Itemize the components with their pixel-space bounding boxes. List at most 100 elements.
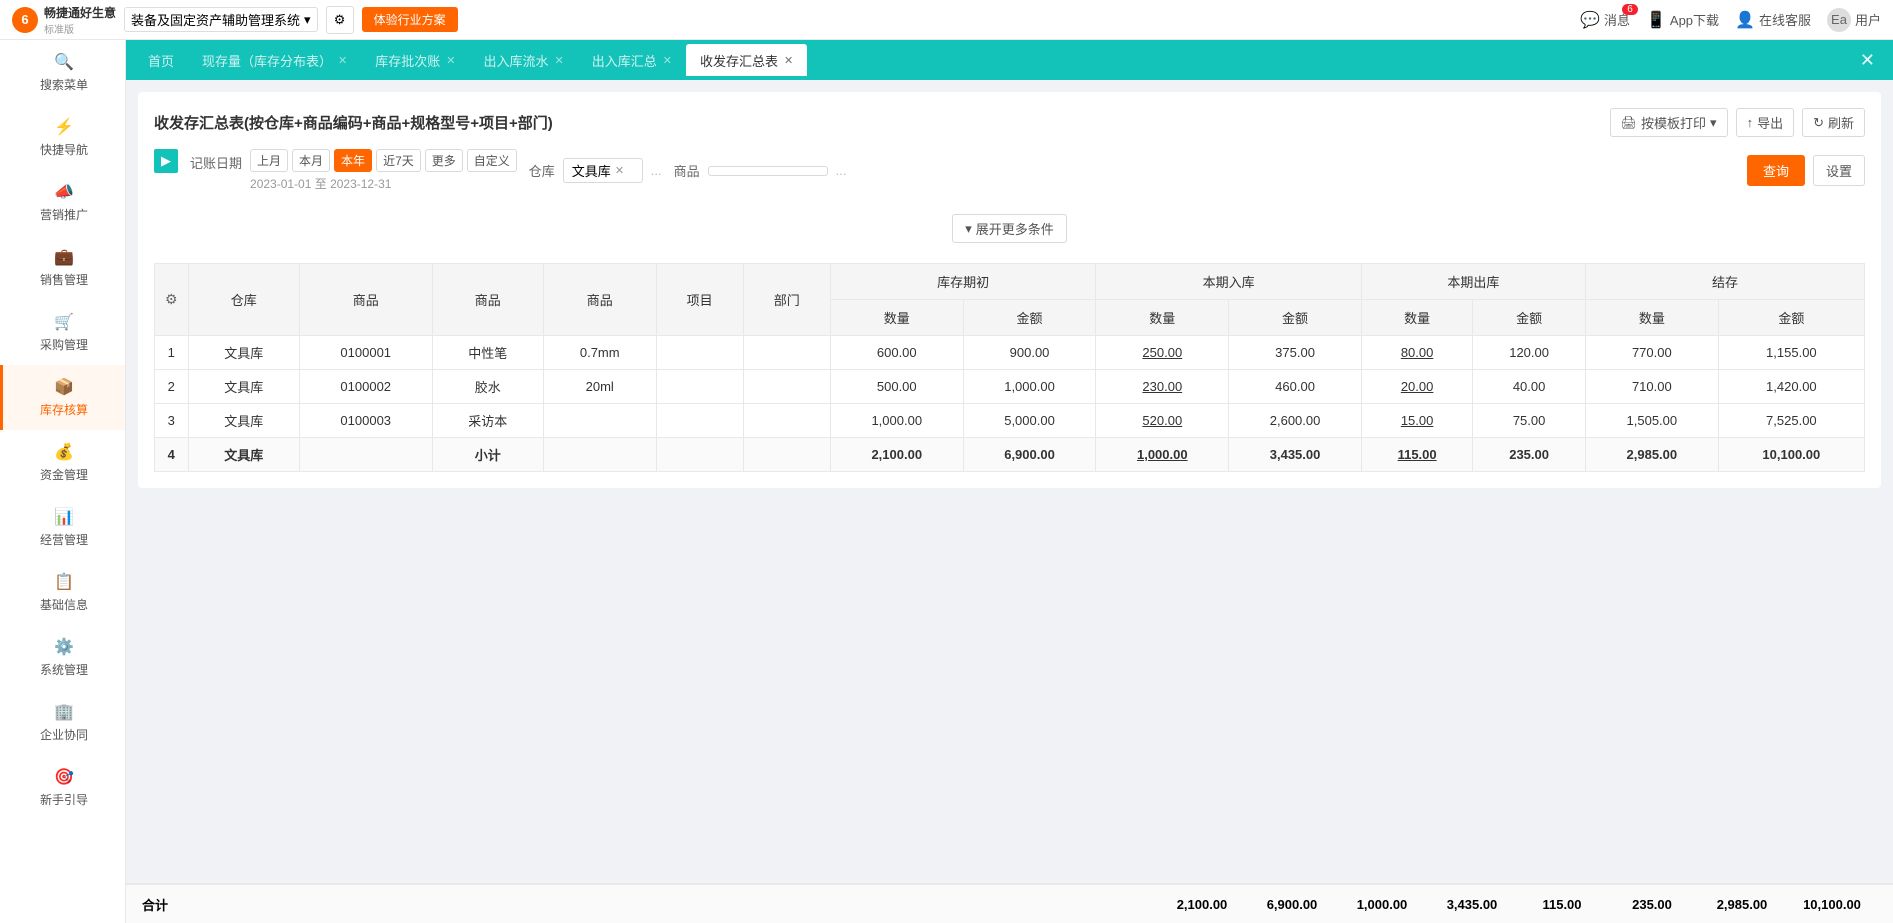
cell-warehouse-2: 文具库 [188, 370, 299, 404]
table-settings-icon[interactable]: ⚙ [165, 291, 178, 307]
print-button[interactable]: 🖨 按模板打印 ▾ [1610, 108, 1728, 137]
tab-home[interactable]: 首页 [134, 44, 188, 76]
toggle-filter-button[interactable]: ▶ [154, 149, 178, 173]
expand-section: ▾ 展开更多条件 [154, 206, 1865, 251]
sidebar-item-sales[interactable]: 💼 销售管理 [0, 235, 125, 300]
sidebar-item-system[interactable]: ⚙️ 系统管理 [0, 625, 125, 690]
cell-spec-3 [543, 404, 656, 438]
cell-spec-2: 20ml [543, 370, 656, 404]
cell-project-3 [656, 404, 743, 438]
experience-button[interactable]: 体验行业方案 [362, 7, 458, 32]
total-closing-amt: 10,100.00 [1787, 897, 1877, 912]
lightning-icon: ⚡ [54, 117, 74, 137]
total-label: 合计 [142, 895, 362, 914]
date-btn-custom[interactable]: 自定义 [467, 149, 517, 172]
sidebar-item-finance[interactable]: 💰 资金管理 [0, 430, 125, 495]
finance-icon: 💰 [54, 442, 74, 462]
sidebar-item-inventory[interactable]: 📦 库存核算 [0, 365, 125, 430]
export-button[interactable]: ↑ 导出 [1736, 108, 1795, 137]
cell-closing-amt-1: 1,155.00 [1718, 336, 1864, 370]
tab-close-inout-flow[interactable]: ✕ [555, 54, 564, 67]
warehouse-tag-close[interactable]: ✕ [615, 164, 624, 177]
page-content: 收发存汇总表(按仓库+商品编码+商品+规格型号+项目+部门) 🖨 按模板打印 ▾… [126, 80, 1893, 883]
user-button[interactable]: Ea 用户 [1827, 8, 1881, 32]
tab-close-inout-summary[interactable]: ✕ [663, 54, 672, 67]
sidebar-item-quick-nav[interactable]: ⚡ 快捷导航 [0, 105, 125, 170]
date-btn-this-month[interactable]: 本月 [292, 149, 330, 172]
col-group-out: 本期出库 [1361, 264, 1585, 300]
app-download-button[interactable]: 📱 App下载 [1646, 10, 1719, 30]
total-opening-amt: 6,900.00 [1247, 897, 1337, 912]
col-name: 商品 [432, 264, 543, 336]
cell-out-qty-1[interactable]: 80.00 [1361, 336, 1472, 370]
close-all-tabs-button[interactable]: ✕ [1860, 50, 1875, 71]
tab-inventory[interactable]: 现存量（库存分布表） ✕ [188, 44, 361, 76]
online-service-button[interactable]: 👤 在线客服 [1735, 10, 1811, 30]
message-button[interactable]: 💬 消息 6 [1580, 10, 1630, 30]
sidebar-item-operations[interactable]: 📊 经营管理 [0, 495, 125, 560]
col-warehouse: 仓库 [188, 264, 299, 336]
warehouse-input[interactable]: 文具库 ✕ [563, 158, 643, 183]
total-in-amt: 3,435.00 [1427, 897, 1517, 912]
sidebar-item-marketing[interactable]: 📣 营销推广 [0, 170, 125, 235]
tab-close-inventory[interactable]: ✕ [338, 54, 347, 67]
system-icon: ⚙️ [54, 637, 74, 657]
date-label: 记账日期 [190, 149, 242, 172]
cell-warehouse-3: 文具库 [188, 404, 299, 438]
date-filter: 上月 本月 本年 近7天 更多 自定义 2023-01-01 至 2023-12… [250, 149, 517, 192]
goods-input[interactable] [708, 166, 828, 176]
cell-in-qty-2[interactable]: 230.00 [1096, 370, 1229, 404]
cell-warehouse-1: 文具库 [188, 336, 299, 370]
query-button[interactable]: 查询 [1747, 155, 1805, 186]
date-btn-last-month[interactable]: 上月 [250, 149, 288, 172]
sidebar-item-purchase[interactable]: 🛒 采购管理 [0, 300, 125, 365]
tab-recv-summary[interactable]: 收发存汇总表 ✕ [686, 44, 807, 76]
tab-inout-summary[interactable]: 出入库汇总 ✕ [578, 44, 686, 76]
expand-conditions-button[interactable]: ▾ 展开更多条件 [952, 214, 1067, 243]
tab-inout-flow[interactable]: 出入库流水 ✕ [469, 44, 577, 76]
sidebar-item-basic-info[interactable]: 📋 基础信息 [0, 560, 125, 625]
tab-close-recv-summary[interactable]: ✕ [784, 54, 793, 67]
sidebar-item-guide[interactable]: 🎯 新手引导 [0, 755, 125, 820]
goods-more-button[interactable]: ... [836, 163, 847, 178]
cell-code-3: 0100003 [299, 404, 432, 438]
col-group-in: 本期入库 [1096, 264, 1362, 300]
top-bar: 6 畅捷通好生意 标准版 装备及固定资产辅助管理系统 ▾ ⚙ 体验行业方案 💬 … [0, 0, 1893, 40]
tab-batch[interactable]: 库存批次账 ✕ [361, 44, 469, 76]
export-icon: ↑ [1747, 115, 1754, 130]
filter-content: 记账日期 上月 本月 本年 近7天 更多 自定义 [190, 149, 1865, 198]
operations-icon: 📊 [54, 507, 74, 527]
filter-settings-button[interactable]: 设置 [1813, 155, 1865, 186]
settings-icon[interactable]: ⚙ [326, 6, 354, 34]
warehouse-tag-text: 文具库 [572, 161, 611, 180]
sidebar-item-enterprise[interactable]: 🏢 企业协同 [0, 690, 125, 755]
page-header: 收发存汇总表(按仓库+商品编码+商品+规格型号+项目+部门) 🖨 按模板打印 ▾… [154, 108, 1865, 137]
cell-subtotal-dept [743, 438, 830, 472]
refresh-button[interactable]: ↻ 刷新 [1802, 108, 1865, 137]
total-in-qty: 1,000.00 [1337, 897, 1427, 912]
col-settings: ⚙ [155, 264, 189, 336]
date-btn-7days[interactable]: 近7天 [376, 149, 421, 172]
date-btn-this-year[interactable]: 本年 [334, 149, 372, 172]
avatar: Ea [1827, 8, 1851, 32]
cell-opening-qty-1: 600.00 [830, 336, 963, 370]
tab-close-batch[interactable]: ✕ [446, 54, 455, 67]
warehouse-label: 仓库 [529, 161, 555, 180]
cell-in-qty-1[interactable]: 250.00 [1096, 336, 1229, 370]
cell-closing-qty-1: 770.00 [1585, 336, 1718, 370]
message-badge: 6 [1622, 4, 1638, 15]
col-group-opening: 库存期初 [830, 264, 1096, 300]
cell-in-qty-3[interactable]: 520.00 [1096, 404, 1229, 438]
system-selector[interactable]: 装备及固定资产辅助管理系统 ▾ [124, 7, 318, 32]
cell-name-3: 采访本 [432, 404, 543, 438]
warehouse-more-button[interactable]: ... [651, 163, 662, 178]
total-opening-qty: 2,100.00 [1157, 897, 1247, 912]
date-btn-more[interactable]: 更多 [425, 149, 463, 172]
sidebar-item-search[interactable]: 🔍 搜索菜单 [0, 40, 125, 105]
cell-subtotal-in-qty[interactable]: 1,000.00 [1096, 438, 1229, 472]
total-closing-qty: 2,985.00 [1697, 897, 1787, 912]
cell-out-qty-2[interactable]: 20.00 [1361, 370, 1472, 404]
cell-subtotal-out-qty[interactable]: 115.00 [1361, 438, 1472, 472]
cell-out-qty-3[interactable]: 15.00 [1361, 404, 1472, 438]
date-filter-section: 记账日期 上月 本月 本年 近7天 更多 自定义 [190, 149, 517, 192]
